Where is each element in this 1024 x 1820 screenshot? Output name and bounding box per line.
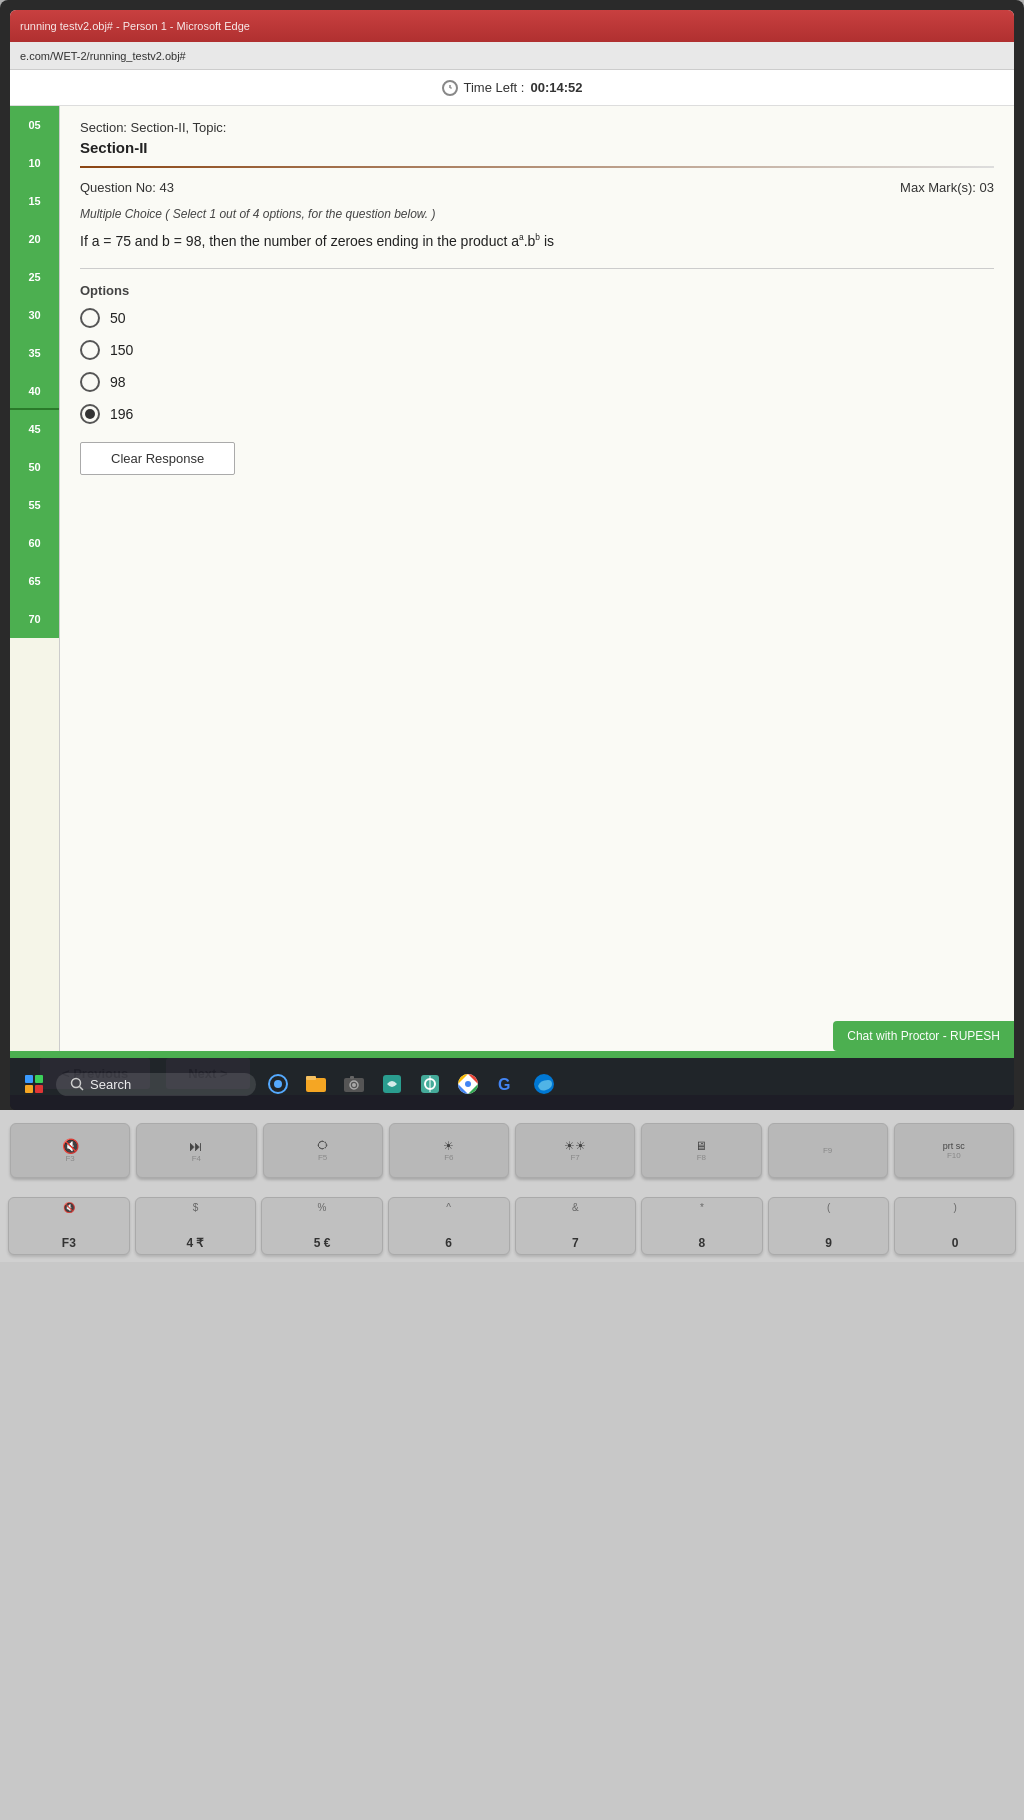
key-f8[interactable]: 🖥 F8 bbox=[641, 1123, 761, 1178]
key-4[interactable]: $ 4 ₹ bbox=[135, 1197, 257, 1255]
browser-urlbar: e.com/WET-2/running_testv2.obj# bbox=[10, 42, 1014, 70]
option-text-50: 50 bbox=[110, 310, 126, 326]
question-sidebar: 05 10 15 20 25 30 35 40 45 50 55 60 65 7… bbox=[10, 106, 60, 1051]
option-text-150: 150 bbox=[110, 342, 133, 358]
main-content-area: 05 10 15 20 25 30 35 40 45 50 55 60 65 7… bbox=[10, 106, 1014, 1051]
key-f5[interactable]: 🌣 F5 bbox=[263, 1123, 383, 1178]
radio-196[interactable] bbox=[80, 404, 100, 424]
key-7[interactable]: & 7 bbox=[515, 1197, 637, 1255]
windows-taskbar: Search bbox=[10, 1058, 1014, 1110]
taskbar-search-box[interactable]: Search bbox=[56, 1073, 256, 1096]
timer-icon bbox=[442, 80, 458, 96]
sidebar-item[interactable]: 70 bbox=[10, 600, 59, 638]
key-8[interactable]: * 8 bbox=[641, 1197, 763, 1255]
option-150[interactable]: 150 bbox=[80, 340, 994, 360]
sidebar-item[interactable]: 40 bbox=[10, 372, 59, 410]
timer-value: 00:14:52 bbox=[530, 80, 582, 95]
key-f7[interactable]: ☀☀ F7 bbox=[515, 1123, 635, 1178]
taskbar-icon-app6[interactable] bbox=[414, 1068, 446, 1100]
browser-url: e.com/WET-2/running_testv2.obj# bbox=[20, 50, 186, 62]
sidebar-item[interactable]: 60 bbox=[10, 524, 59, 562]
max-marks: Max Mark(s): 03 bbox=[900, 180, 994, 195]
svg-rect-6 bbox=[306, 1078, 326, 1092]
browser-titlebar: running testv2.obj# - Person 1 - Microso… bbox=[10, 10, 1014, 42]
radio-196-fill bbox=[85, 409, 95, 419]
sidebar-item[interactable]: 10 bbox=[10, 144, 59, 182]
taskbar-icon-google[interactable]: G bbox=[490, 1068, 522, 1100]
svg-line-3 bbox=[80, 1087, 84, 1091]
question-meta: Question No: 43 Max Mark(s): 03 bbox=[80, 180, 994, 195]
key-6[interactable]: ^ 6 bbox=[388, 1197, 510, 1255]
option-196[interactable]: 196 bbox=[80, 404, 994, 424]
options-divider bbox=[80, 268, 994, 269]
content-panel: Section: Section-II, Topic: Section-II Q… bbox=[60, 106, 1014, 1051]
question-type: Multiple Choice ( Select 1 out of 4 opti… bbox=[80, 207, 994, 221]
svg-point-10 bbox=[352, 1083, 356, 1087]
radio-50[interactable] bbox=[80, 308, 100, 328]
option-50[interactable]: 50 bbox=[80, 308, 994, 328]
radio-98[interactable] bbox=[80, 372, 100, 392]
number-key-row: 🔇 F3 $ 4 ₹ % 5 € ^ 6 & 7 * 8 ( 9 ) 0 bbox=[0, 1190, 1024, 1262]
sidebar-item[interactable]: 05 bbox=[10, 106, 59, 144]
svg-text:G: G bbox=[498, 1076, 510, 1093]
option-text-196: 196 bbox=[110, 406, 133, 422]
svg-point-18 bbox=[465, 1081, 471, 1087]
svg-point-5 bbox=[274, 1080, 282, 1088]
timer-label: Time Left : bbox=[464, 80, 525, 95]
clear-response-button[interactable]: Clear Response bbox=[80, 442, 235, 475]
section-divider bbox=[80, 166, 994, 168]
key-0[interactable]: ) 0 bbox=[894, 1197, 1016, 1255]
taskbar-icon-app5[interactable] bbox=[376, 1068, 408, 1100]
key-f4[interactable]: ⏭ F4 bbox=[136, 1123, 256, 1178]
options-label: Options bbox=[80, 283, 994, 298]
sidebar-item[interactable]: 15 bbox=[10, 182, 59, 220]
section-header: Section: Section-II, Topic: bbox=[80, 120, 994, 135]
chat-button[interactable]: Chat with Proctor - RUPESH bbox=[833, 1021, 1014, 1051]
radio-150[interactable] bbox=[80, 340, 100, 360]
svg-point-2 bbox=[72, 1079, 81, 1088]
question-number: Question No: 43 bbox=[80, 180, 174, 195]
laptop-keyboard: 🔇 F3 ⏭ F4 🌣 F5 ☀ F6 ☀☀ F7 🖥 F8 F9 prt sc bbox=[0, 1110, 1024, 1820]
svg-rect-7 bbox=[306, 1076, 316, 1080]
browser-title: running testv2.obj# - Person 1 - Microso… bbox=[20, 20, 250, 32]
key-f6[interactable]: ☀ F6 bbox=[389, 1123, 509, 1178]
key-f9[interactable]: F9 bbox=[768, 1123, 888, 1178]
option-text-98: 98 bbox=[110, 374, 126, 390]
key-9[interactable]: ( 9 bbox=[768, 1197, 890, 1255]
taskbar-search-text: Search bbox=[90, 1077, 131, 1092]
section-title: Section-II bbox=[80, 139, 994, 156]
svg-rect-11 bbox=[350, 1076, 354, 1079]
option-98[interactable]: 98 bbox=[80, 372, 994, 392]
sidebar-item[interactable]: 50 bbox=[10, 448, 59, 486]
key-5[interactable]: % 5 € bbox=[261, 1197, 383, 1255]
sidebar-item[interactable]: 65 bbox=[10, 562, 59, 600]
question-text: If a = 75 and b = 98, then the number of… bbox=[80, 231, 994, 252]
taskbar-icon-cortana[interactable] bbox=[262, 1068, 294, 1100]
key-f3[interactable]: 🔇 F3 bbox=[10, 1123, 130, 1178]
sidebar-item[interactable]: 20 bbox=[10, 220, 59, 258]
taskbar-icon-chrome[interactable] bbox=[452, 1068, 484, 1100]
sidebar-item[interactable]: 25 bbox=[10, 258, 59, 296]
sidebar-item-selected[interactable]: 45 bbox=[10, 410, 59, 448]
taskbar-icon-edge[interactable] bbox=[528, 1068, 560, 1100]
sidebar-item[interactable]: 30 bbox=[10, 296, 59, 334]
key-f10[interactable]: prt sc F10 bbox=[894, 1123, 1014, 1178]
windows-logo bbox=[25, 1075, 43, 1093]
taskbar-icon-file-explorer[interactable] bbox=[300, 1068, 332, 1100]
taskbar-icon-camera[interactable] bbox=[338, 1068, 370, 1100]
windows-start-button[interactable] bbox=[18, 1068, 50, 1100]
timer-bar: Time Left : 00:14:52 bbox=[10, 70, 1014, 106]
search-icon bbox=[70, 1077, 84, 1091]
sidebar-item[interactable]: 35 bbox=[10, 334, 59, 372]
fn-key-row: 🔇 F3 ⏭ F4 🌣 F5 ☀ F6 ☀☀ F7 🖥 F8 F9 prt sc bbox=[0, 1110, 1024, 1190]
sidebar-item[interactable]: 55 bbox=[10, 486, 59, 524]
key-mute[interactable]: 🔇 F3 bbox=[8, 1197, 130, 1255]
